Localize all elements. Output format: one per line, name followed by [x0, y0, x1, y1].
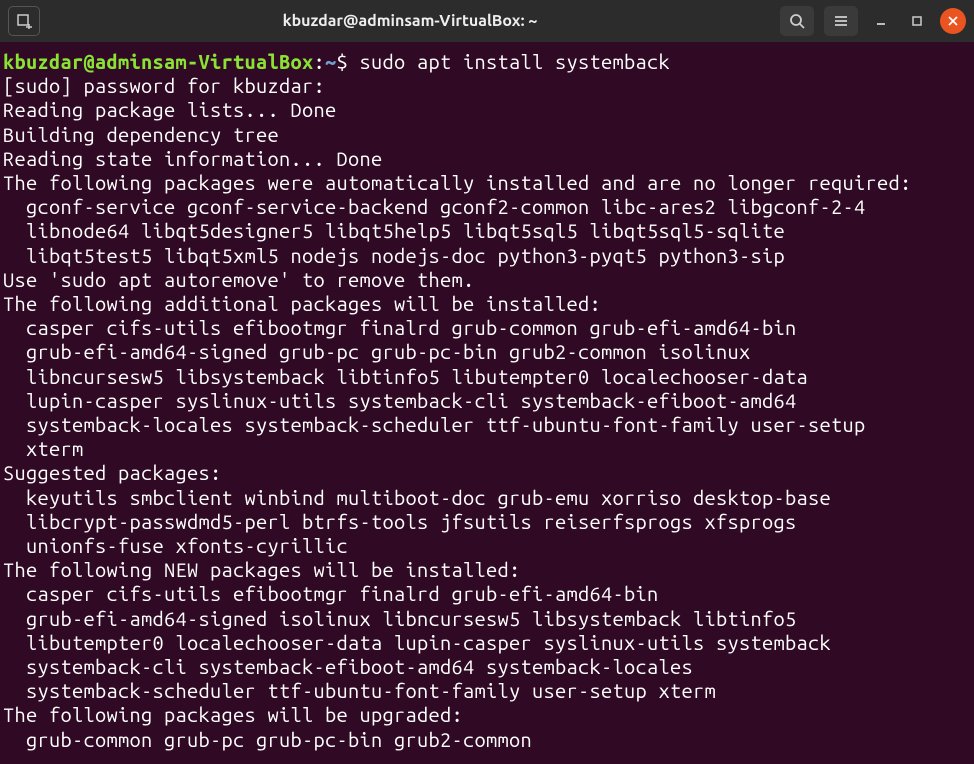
prompt-userhost: kbuzdar@adminsam-VirtualBox: [3, 50, 314, 73]
maximize-button[interactable]: [904, 8, 930, 34]
search-icon: [789, 13, 805, 29]
search-button[interactable]: [780, 6, 814, 36]
output-line: casper cifs-utils efibootmgr finalrd gru…: [3, 316, 971, 340]
output-line: libcrypt-passwdmd5-perl btrfs-tools jfsu…: [3, 510, 971, 534]
output-line: xterm: [3, 437, 971, 461]
output-line: unionfs-fuse xfonts-cyrillic: [3, 534, 971, 558]
maximize-icon: [911, 15, 923, 27]
titlebar: kbuzdar@adminsam-VirtualBox: ~: [0, 0, 974, 42]
prompt-line: kbuzdar@adminsam-VirtualBox:~$ sudo apt …: [3, 50, 971, 74]
output-line: libqt5test5 libqt5xml5 nodejs nodejs-doc…: [3, 244, 971, 268]
output-line: The following NEW packages will be insta…: [3, 558, 971, 582]
output-line: Reading state information... Done: [3, 147, 971, 171]
titlebar-left: [8, 6, 40, 36]
terminal-output[interactable]: kbuzdar@adminsam-VirtualBox:~$ sudo apt …: [0, 42, 974, 760]
output-line: The following additional packages will b…: [3, 292, 971, 316]
output-line: grub-efi-amd64-signed isolinux libncurse…: [3, 607, 971, 631]
output-line: Building dependency tree: [3, 123, 971, 147]
output-line: [sudo] password for kbuzdar:: [3, 74, 971, 98]
output-line: keyutils smbclient winbind multiboot-doc…: [3, 486, 971, 510]
new-tab-button[interactable]: [8, 6, 40, 36]
output-line: casper cifs-utils efibootmgr finalrd gru…: [3, 582, 971, 606]
output-line: libncursesw5 libsystemback libtinfo5 lib…: [3, 365, 971, 389]
output-line: Use 'sudo apt autoremove' to remove them…: [3, 268, 971, 292]
output-line: libnode64 libqt5designer5 libqt5help5 li…: [3, 219, 971, 243]
hamburger-icon: [833, 13, 849, 29]
close-icon: [947, 15, 959, 27]
output-line: The following packages were automaticall…: [3, 171, 971, 195]
titlebar-right: [780, 6, 966, 36]
output-line: systemback-cli systemback-efiboot-amd64 …: [3, 655, 971, 679]
menu-button[interactable]: [824, 6, 858, 36]
output-line: lupin-casper syslinux-utils systemback-c…: [3, 389, 971, 413]
close-button[interactable]: [940, 8, 966, 34]
prompt-dollar: $: [337, 50, 360, 73]
window-title: kbuzdar@adminsam-VirtualBox: ~: [48, 12, 772, 30]
output-line: systemback-locales systemback-scheduler …: [3, 413, 971, 437]
output-line: The following packages will be upgraded:: [3, 703, 971, 727]
output-line: grub-efi-amd64-signed grub-pc grub-pc-bi…: [3, 340, 971, 364]
prompt-path: ~: [325, 50, 337, 73]
prompt-colon: :: [314, 50, 326, 73]
output-line: systemback-scheduler ttf-ubuntu-font-fam…: [3, 679, 971, 703]
output-line: libutempter0 localechooser-data lupin-ca…: [3, 631, 971, 655]
minimize-button[interactable]: [868, 8, 894, 34]
output-line: Reading package lists... Done: [3, 98, 971, 122]
minimize-icon: [875, 15, 887, 27]
output-line: gconf-service gconf-service-backend gcon…: [3, 195, 971, 219]
output-line: grub-common grub-pc grub-pc-bin grub2-co…: [3, 728, 971, 752]
output-line: Suggested packages:: [3, 461, 971, 485]
command-text: sudo apt install systemback: [360, 50, 671, 73]
new-tab-icon: [16, 13, 32, 29]
